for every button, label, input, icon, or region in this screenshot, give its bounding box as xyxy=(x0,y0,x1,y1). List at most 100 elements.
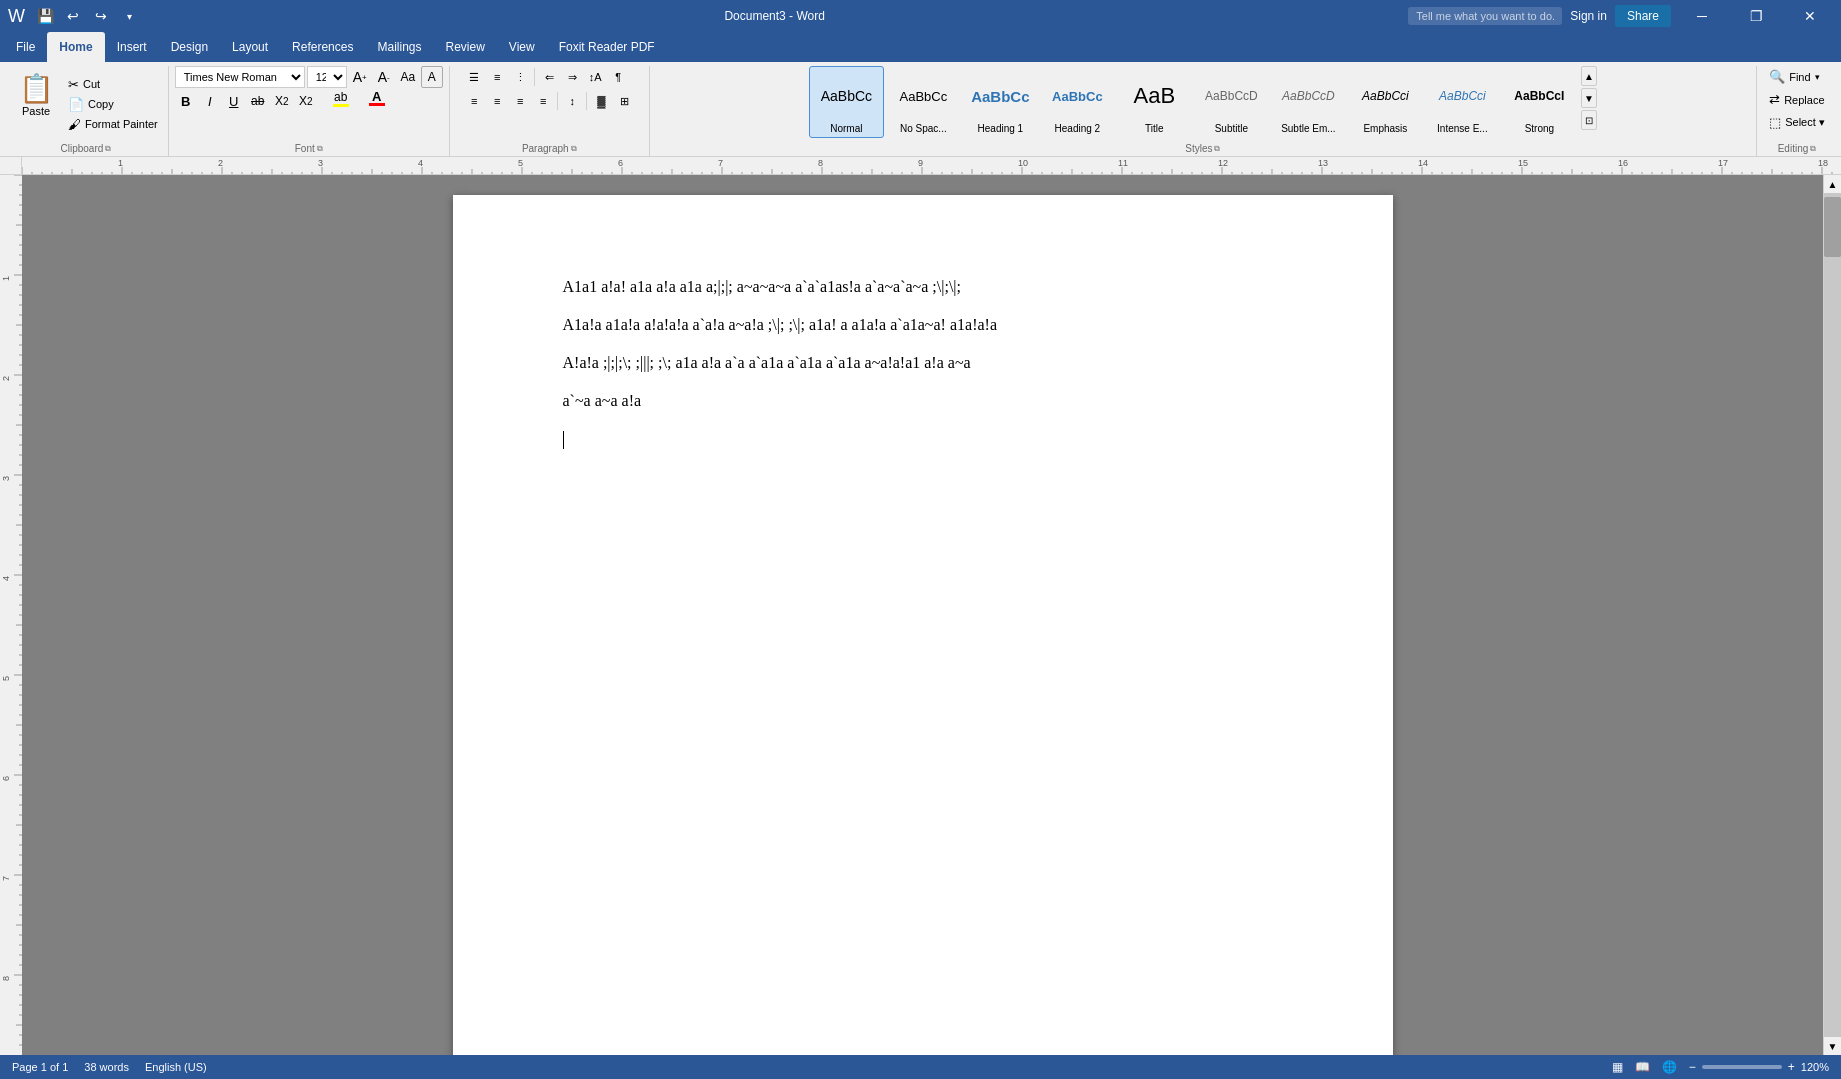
replace-button[interactable]: ⇄ Replace xyxy=(1763,89,1831,110)
style-item-h1[interactable]: AaBbCc Heading 1 xyxy=(963,66,1038,138)
scroll-down-btn[interactable]: ▼ xyxy=(1824,1037,1842,1055)
clear-format-btn[interactable]: A xyxy=(421,66,443,88)
format-painter-button[interactable]: 🖌 Format Painter xyxy=(64,115,162,134)
tab-view[interactable]: View xyxy=(497,32,547,62)
style-item-strong[interactable]: AaBbCcI Strong xyxy=(1502,66,1577,138)
paragraph-expand-icon[interactable]: ⧉ xyxy=(571,144,577,154)
customize-quick-btn[interactable]: ▾ xyxy=(117,4,141,28)
italic-btn[interactable]: I xyxy=(199,90,221,112)
bullets-btn[interactable]: ☰ xyxy=(463,66,485,88)
style-item-normal[interactable]: AaBbCc Normal xyxy=(809,66,884,138)
document-page[interactable]: A1a1 a!a! a1a a!a a1a a;|;|; a~a~a~a a`a… xyxy=(453,195,1393,1055)
print-layout-btn[interactable]: ▦ xyxy=(1610,1058,1625,1076)
left-ruler-canvas xyxy=(0,175,22,1055)
tab-home[interactable]: Home xyxy=(47,32,104,62)
change-case-btn[interactable]: Aa xyxy=(397,66,419,88)
zoom-in-btn[interactable]: + xyxy=(1786,1058,1797,1076)
title-bar: W 💾 ↩ ↪ ▾ Document3 - Word Sign in Share… xyxy=(0,0,1841,32)
styles-scroll-down-btn[interactable]: ▼ xyxy=(1581,88,1597,108)
increase-font-btn[interactable]: A+ xyxy=(349,66,371,88)
tab-references[interactable]: References xyxy=(280,32,365,62)
format-painter-label: Format Painter xyxy=(85,118,158,130)
style-item-nospace[interactable]: AaBbCc No Spac... xyxy=(886,66,961,138)
show-marks-btn[interactable]: ¶ xyxy=(607,66,629,88)
increase-indent-btn[interactable]: ⇒ xyxy=(561,66,583,88)
strikethrough-btn[interactable]: ab xyxy=(247,90,269,112)
subscript-btn[interactable]: X2 xyxy=(271,90,293,112)
align-left-btn[interactable]: ≡ xyxy=(463,90,485,112)
paragraph-5[interactable] xyxy=(563,427,1283,451)
tell-me-input[interactable] xyxy=(1408,7,1562,25)
decrease-indent-btn[interactable]: ⇐ xyxy=(538,66,560,88)
ribbon-tabs: File Home Insert Design Layout Reference… xyxy=(0,32,1841,62)
paragraph-4[interactable]: a`~a a~a a!a xyxy=(563,389,1283,413)
scroll-track[interactable] xyxy=(1824,193,1841,1037)
align-right-btn[interactable]: ≡ xyxy=(509,90,531,112)
tab-insert[interactable]: Insert xyxy=(105,32,159,62)
align-center-btn[interactable]: ≡ xyxy=(486,90,508,112)
copy-button[interactable]: 📄 Copy xyxy=(64,95,162,114)
find-button[interactable]: 🔍 Find ▾ xyxy=(1763,66,1831,87)
line-spacing-btn[interactable]: ↕ xyxy=(561,90,583,112)
style-preview-h2: AaBbCc xyxy=(1052,69,1103,123)
tab-layout[interactable]: Layout xyxy=(220,32,280,62)
styles-expand-icon[interactable]: ⧉ xyxy=(1214,144,1220,154)
paragraph-3[interactable]: A!a!a ;|;|;\; ;|||; ;\; a1a a!a a`a a`a1… xyxy=(563,351,1283,375)
tab-file[interactable]: File xyxy=(4,32,47,62)
styles-scroll-up-btn[interactable]: ▲ xyxy=(1581,66,1597,86)
font-size-dropdown[interactable]: 12 xyxy=(307,66,347,88)
undo-quick-btn[interactable]: ↩ xyxy=(61,4,85,28)
scroll-up-btn[interactable]: ▲ xyxy=(1824,175,1842,193)
cut-button[interactable]: ✂ Cut xyxy=(64,75,162,94)
superscript-btn[interactable]: X2 xyxy=(295,90,317,112)
sort-btn[interactable]: ↕A xyxy=(584,66,606,88)
underline-btn[interactable]: U xyxy=(223,90,245,112)
restore-button[interactable]: ❐ xyxy=(1733,0,1779,32)
sign-in-button[interactable]: Sign in xyxy=(1570,9,1607,23)
tab-mailings[interactable]: Mailings xyxy=(365,32,433,62)
read-mode-btn[interactable]: 📖 xyxy=(1633,1058,1652,1076)
font-name-dropdown[interactable]: Times New Roman xyxy=(175,66,305,88)
clipboard-expand-icon[interactable]: ⧉ xyxy=(105,144,111,154)
scroll-thumb[interactable] xyxy=(1824,197,1841,257)
font-color-btn[interactable]: A xyxy=(363,90,391,112)
font-expand-icon[interactable]: ⧉ xyxy=(317,144,323,154)
tab-design[interactable]: Design xyxy=(159,32,220,62)
document-area[interactable]: A1a1 a!a! a1a a!a a1a a;|;|; a~a~a~a a`a… xyxy=(22,175,1823,1055)
shading-btn[interactable]: ▓ xyxy=(590,90,612,112)
styles-expand-btn[interactable]: ⊡ xyxy=(1581,110,1597,130)
borders-btn[interactable]: ⊞ xyxy=(613,90,635,112)
close-button[interactable]: ✕ xyxy=(1787,0,1833,32)
tab-foxit[interactable]: Foxit Reader PDF xyxy=(547,32,667,62)
decrease-font-btn[interactable]: A- xyxy=(373,66,395,88)
share-button[interactable]: Share xyxy=(1615,5,1671,27)
zoom-out-btn[interactable]: − xyxy=(1687,1058,1698,1076)
multilevel-btn[interactable]: ⋮ xyxy=(509,66,531,88)
font-name-select[interactable]: Times New Roman xyxy=(175,66,305,88)
zoom-slider[interactable] xyxy=(1702,1065,1782,1069)
paste-button[interactable]: 📋 Paste xyxy=(10,71,62,121)
style-item-title[interactable]: AaB Title xyxy=(1117,66,1192,138)
style-item-subtleem[interactable]: AaBbCcD Subtle Em... xyxy=(1271,66,1346,138)
style-item-subtitle[interactable]: AaBbCcD Subtitle xyxy=(1194,66,1269,138)
minimize-button[interactable]: ─ xyxy=(1679,0,1725,32)
tab-review[interactable]: Review xyxy=(433,32,496,62)
save-quick-btn[interactable]: 💾 xyxy=(33,4,57,28)
justify-btn[interactable]: ≡ xyxy=(532,90,554,112)
web-layout-btn[interactable]: 🌐 xyxy=(1660,1058,1679,1076)
paragraph-2[interactable]: A1a!a a1a!a a!a!a!a a`a!a a~a!a ;\|; ;\|… xyxy=(563,313,1283,337)
style-item-intenseem[interactable]: AaBbCci Intense E... xyxy=(1425,66,1500,138)
paragraph-1[interactable]: A1a1 a!a! a1a a!a a1a a;|;|; a~a~a~a a`a… xyxy=(563,275,1283,299)
document-title: Document3 - Word xyxy=(141,9,1408,23)
document-content[interactable]: A1a1 a!a! a1a a!a a1a a;|;|; a~a~a~a a`a… xyxy=(563,275,1283,451)
select-button[interactable]: ⬚ Select ▾ xyxy=(1763,112,1831,133)
style-item-h2[interactable]: AaBbCc Heading 2 xyxy=(1040,66,1115,138)
editing-expand-icon[interactable]: ⧉ xyxy=(1810,144,1816,154)
text-highlight-btn[interactable]: ab xyxy=(327,90,355,112)
redo-quick-btn[interactable]: ↪ xyxy=(89,4,113,28)
vertical-scrollbar[interactable]: ▲ ▼ xyxy=(1823,175,1841,1055)
numbering-btn[interactable]: ≡ xyxy=(486,66,508,88)
style-item-emphasis[interactable]: AaBbCci Emphasis xyxy=(1348,66,1423,138)
font-size-select[interactable]: 12 xyxy=(307,66,347,88)
bold-btn[interactable]: B xyxy=(175,90,197,112)
